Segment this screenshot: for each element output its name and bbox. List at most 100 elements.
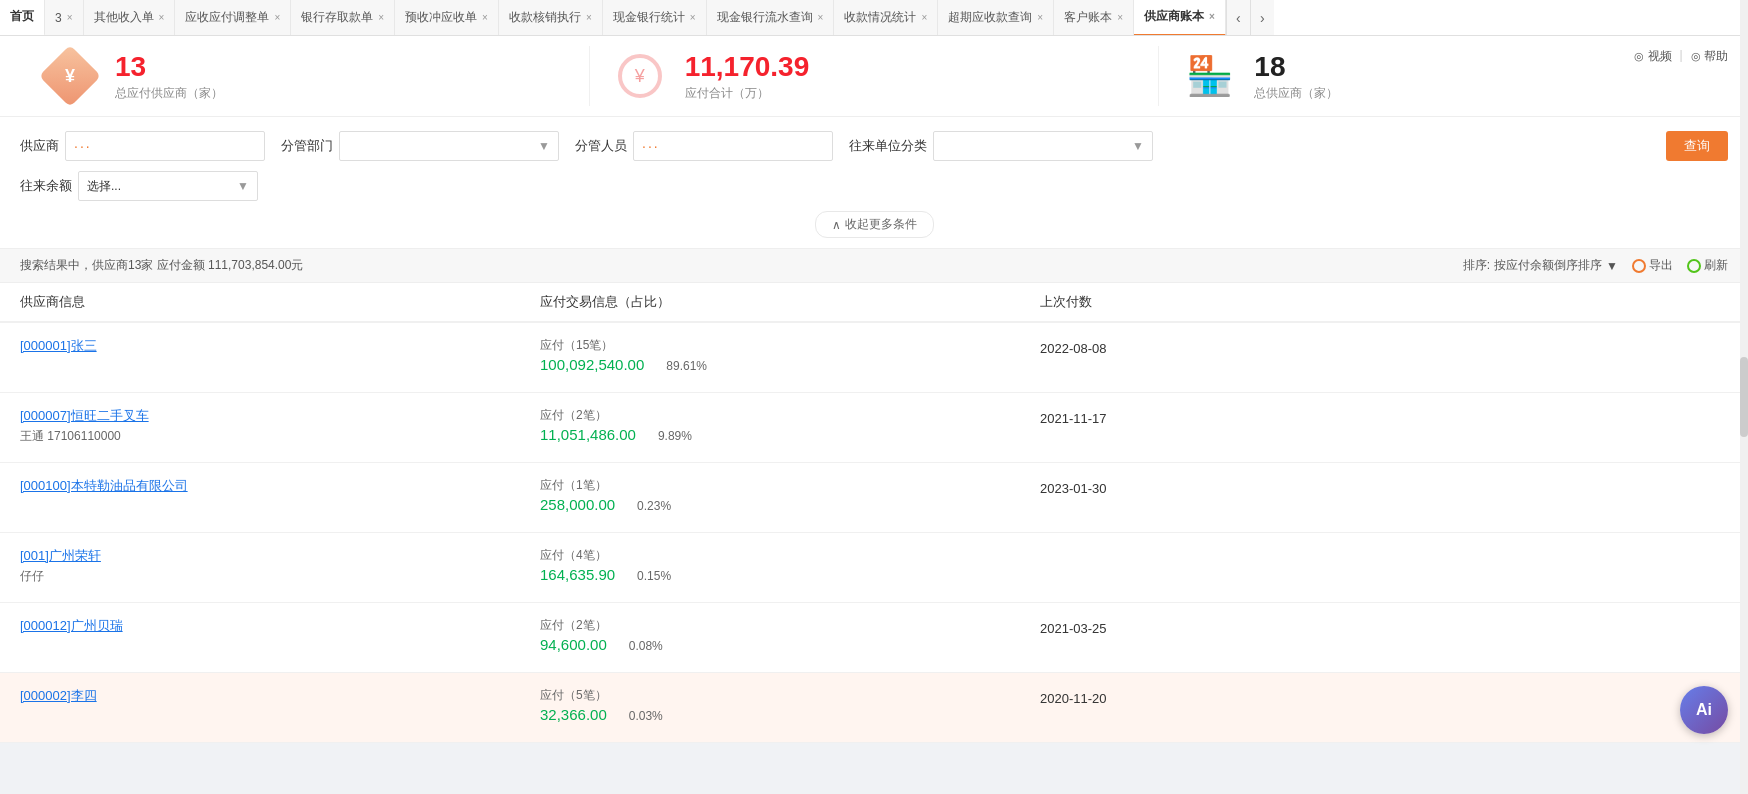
supplier-link-1[interactable]: [000001]张三 <box>20 337 540 355</box>
nav-tab-advance-label: 预收冲应收单 <box>405 9 477 26</box>
payable-suppliers-icon: ¥ <box>40 46 100 106</box>
nav-tab-cash-bank-stat-label: 现金银行统计 <box>613 9 685 26</box>
sort-arrow-icon: ▼ <box>1606 259 1618 273</box>
summary-bar: ¥ 13 总应付供应商（家） ¥ 11,170.39 应付合计（万） 🏪 18 … <box>0 36 1748 117</box>
nav-tab-3-label: 3 <box>55 11 62 25</box>
collapse-button[interactable]: ∧ 收起更多条件 <box>815 211 934 238</box>
export-button[interactable]: 导出 <box>1632 257 1673 274</box>
result-bar: 搜索结果中，供应商13家 应付金额 111,703,854.00元 排序: 按应… <box>0 249 1748 283</box>
trade-amount-2[interactable]: 11,051,486.00 <box>540 426 636 443</box>
payable-amount-text: 11,170.39 应付合计（万） <box>685 50 810 103</box>
ai-button[interactable]: Ai <box>1680 686 1728 734</box>
query-button[interactable]: 查询 <box>1666 131 1728 161</box>
trade-info-3: 应付（1笔） 258,000.00 0.23% <box>540 477 1040 513</box>
nav-tab-3-close[interactable]: × <box>67 12 73 23</box>
payable-amount-num: 11,170.39 <box>685 50 810 84</box>
nav-tab-cash-bank-flow-close[interactable]: × <box>818 12 824 23</box>
nav-tab-collection-stat-close[interactable]: × <box>921 12 927 23</box>
balance-select[interactable]: 选择... ▼ <box>78 171 258 201</box>
nav-tab-cash-bank-flow[interactable]: 现金银行流水查询 × <box>707 0 835 36</box>
supplier-info-3: [000100]本特勒油品有限公司 <box>20 477 540 495</box>
nav-next-arrow[interactable]: › <box>1250 0 1274 36</box>
summary-item-payable-suppliers: ¥ 13 总应付供应商（家） <box>20 46 590 106</box>
filter-row-1: 供应商 ··· 分管部门 ▼ 分管人员 ··· 往来单位分类 ▼ <box>20 131 1728 161</box>
nav-tab-ap-adjust-close[interactable]: × <box>274 12 280 23</box>
collapse-button-label: 收起更多条件 <box>845 216 917 233</box>
supplier-link-4[interactable]: [001]广州荣轩 <box>20 547 540 565</box>
balance-filter-label: 往来余额 <box>20 177 72 195</box>
person-input[interactable]: ··· <box>633 131 833 161</box>
trade-amount-3[interactable]: 258,000.00 <box>540 496 615 513</box>
trade-label-4: 应付（4笔） <box>540 547 1040 564</box>
nav-tab-3[interactable]: 3 × <box>45 0 84 36</box>
supplier-link-6[interactable]: [000002]李四 <box>20 687 540 705</box>
summary-help-links: ◎ 视频 | ◎ 帮助 <box>1634 48 1728 65</box>
total-suppliers-label: 总供应商（家） <box>1254 85 1338 102</box>
filter-person: 分管人员 ··· <box>575 131 833 161</box>
nav-tab-supplier-account-label: 供应商账本 <box>1144 8 1204 25</box>
nav-tab-overdue-query-label: 超期应收款查询 <box>948 9 1032 26</box>
filter-balance: 往来余额 选择... ▼ <box>20 171 258 201</box>
supplier-filter-label: 供应商 <box>20 137 59 155</box>
nav-tab-other-income[interactable]: 其他收入单 × <box>84 0 176 36</box>
nav-tab-overdue-query-close[interactable]: × <box>1037 12 1043 23</box>
video-link[interactable]: ◎ 视频 <box>1634 48 1671 65</box>
trade-amount-5[interactable]: 94,600.00 <box>540 636 607 653</box>
nav-tab-collection-stat[interactable]: 收款情况统计 × <box>834 0 938 36</box>
supplier-info-4: [001]广州荣轩 仔仔 <box>20 547 540 585</box>
supplier-input[interactable]: ··· <box>65 131 265 161</box>
trade-percent-3: 0.23% <box>637 499 671 513</box>
nav-tab-supplier-account[interactable]: 供应商账本 × <box>1134 0 1226 36</box>
payable-suppliers-text: 13 总应付供应商（家） <box>115 50 223 103</box>
nav-tab-home[interactable]: 首页 <box>0 0 45 36</box>
nav-tab-other-income-close[interactable]: × <box>159 12 165 23</box>
trade-amount-6[interactable]: 32,366.00 <box>540 706 607 723</box>
trade-percent-1: 89.61% <box>666 359 707 373</box>
sort-control[interactable]: 排序: 按应付余额倒序排序 ▼ <box>1463 257 1618 274</box>
refresh-button[interactable]: 刷新 <box>1687 257 1728 274</box>
nav-tab-supplier-account-close[interactable]: × <box>1209 11 1215 22</box>
supplier-info-2: [000007]恒旺二手叉车 王通 17106110000 <box>20 407 540 445</box>
nav-tab-other-income-label: 其他收入单 <box>94 9 154 26</box>
filter-row-2: 往来余额 选择... ▼ <box>20 171 1728 201</box>
supplier-link-3[interactable]: [000100]本特勒油品有限公司 <box>20 477 540 495</box>
help-link[interactable]: ◎ 帮助 <box>1691 48 1728 65</box>
nav-tab-home-label: 首页 <box>10 8 34 25</box>
balance-select-arrow: ▼ <box>237 179 249 193</box>
category-select[interactable]: ▼ <box>933 131 1153 161</box>
supplier-link-5[interactable]: [000012]广州贝瑞 <box>20 617 540 635</box>
nav-tab-bank-deposit[interactable]: 银行存取款单 × <box>291 0 395 36</box>
department-select[interactable]: ▼ <box>339 131 559 161</box>
nav-tab-customer-account[interactable]: 客户账本 × <box>1054 0 1134 36</box>
trade-info-4: 应付（4笔） 164,635.90 0.15% <box>540 547 1040 583</box>
nav-tab-customer-account-close[interactable]: × <box>1117 12 1123 23</box>
nav-tab-ap-adjust[interactable]: 应收应付调整单 × <box>175 0 291 36</box>
nav-tab-payment-verify-close[interactable]: × <box>586 12 592 23</box>
scrollbar-thumb[interactable] <box>1740 357 1748 437</box>
department-select-arrow: ▼ <box>538 139 550 153</box>
department-filter-label: 分管部门 <box>281 137 333 155</box>
trade-info-6: 应付（5笔） 32,366.00 0.03% <box>540 687 1040 723</box>
table-row: [001]广州荣轩 仔仔 应付（4笔） 164,635.90 0.15% <box>0 533 1748 603</box>
nav-tab-advance[interactable]: 预收冲应收单 × <box>395 0 499 36</box>
total-suppliers-icon: 🏪 <box>1179 46 1239 106</box>
total-suppliers-text: 18 总供应商（家） <box>1254 50 1338 103</box>
trade-amount-4[interactable]: 164,635.90 <box>540 566 615 583</box>
nav-tab-bank-deposit-close[interactable]: × <box>378 12 384 23</box>
nav-tab-payment-verify[interactable]: 收款核销执行 × <box>499 0 603 36</box>
supplier-link-2[interactable]: [000007]恒旺二手叉车 <box>20 407 540 425</box>
scrollbar-track[interactable] <box>1740 0 1748 743</box>
trade-percent-4: 0.15% <box>637 569 671 583</box>
nav-tab-cash-bank-stat-close[interactable]: × <box>690 12 696 23</box>
nav-tab-advance-close[interactable]: × <box>482 12 488 23</box>
result-actions: 排序: 按应付余额倒序排序 ▼ 导出 刷新 <box>1463 257 1728 274</box>
nav-tab-overdue-query[interactable]: 超期应收款查询 × <box>938 0 1054 36</box>
sort-label: 排序: <box>1463 257 1490 274</box>
nav-prev-arrow[interactable]: ‹ <box>1226 0 1250 36</box>
ai-float-area: Ai <box>1680 686 1728 734</box>
result-summary-text: 搜索结果中，供应商13家 应付金额 111,703,854.00元 <box>20 257 303 274</box>
nav-tab-cash-bank-stat[interactable]: 现金银行统计 × <box>603 0 707 36</box>
last-payment-3: 2023-01-30 <box>1040 477 1728 496</box>
trade-amount-1[interactable]: 100,092,540.00 <box>540 356 644 373</box>
trade-label-1: 应付（15笔） <box>540 337 1040 354</box>
